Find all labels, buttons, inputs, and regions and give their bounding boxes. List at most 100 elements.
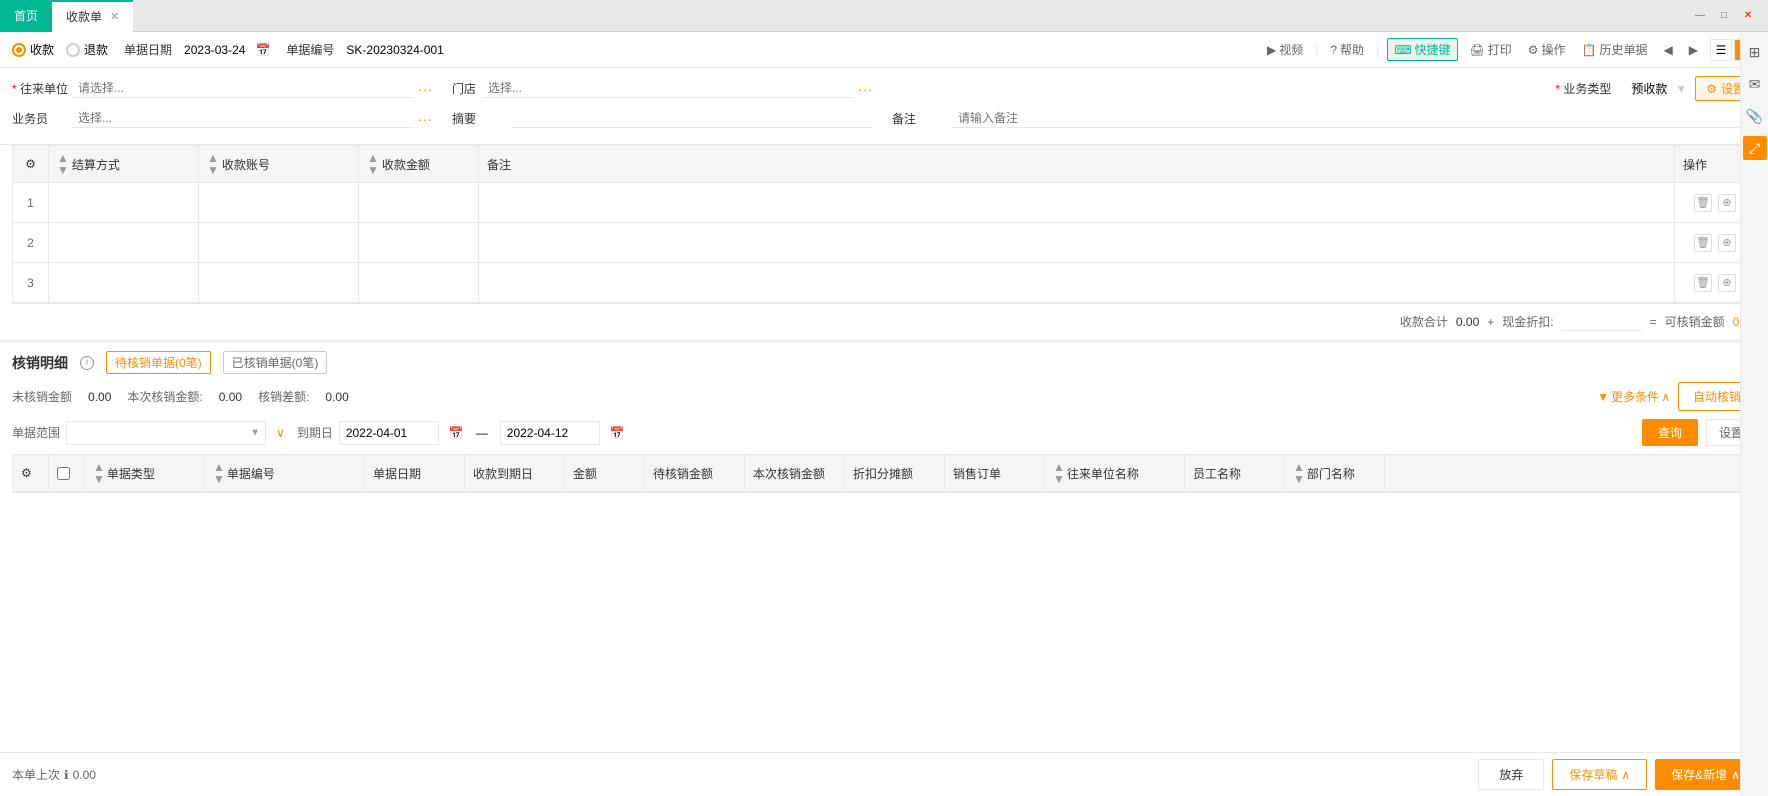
- shortcut-label: 快捷键: [1415, 41, 1451, 58]
- td-remark-3[interactable]: [479, 263, 1675, 302]
- pending-label: 待核销单据(0笔): [115, 356, 202, 370]
- date-from-input[interactable]: [339, 421, 439, 445]
- help-btn[interactable]: ? 帮助: [1326, 39, 1368, 60]
- footer-info-icon[interactable]: ℹ: [64, 768, 69, 782]
- biz-type-dropdown-icon[interactable]: ▼: [1675, 82, 1687, 96]
- sort-account-icon: ▲▼: [207, 152, 219, 176]
- td-amount-2[interactable]: [359, 223, 479, 262]
- ops-icon: ⚙: [1528, 43, 1539, 57]
- total-value: 0.00: [1456, 315, 1479, 329]
- range-dropdown-icon[interactable]: ∨: [276, 426, 285, 440]
- td-amount-1[interactable]: [359, 183, 479, 222]
- store-more-icon[interactable]: ···: [858, 81, 872, 97]
- biz-type-label: 业务类型: [1555, 80, 1615, 97]
- party-input[interactable]: [72, 79, 414, 98]
- footer: 本单上次 ℹ 0.00 放弃 保存草稿 ∧ 保存&新增 ∧: [0, 752, 1768, 796]
- receipt-radio[interactable]: 收款: [12, 41, 54, 58]
- copy-icon-1[interactable]: ⊕: [1718, 194, 1736, 212]
- date-to-input[interactable]: [500, 421, 600, 445]
- td-settlement-1[interactable]: [49, 183, 199, 222]
- filter-icon: ▼: [1597, 390, 1609, 404]
- remark-input[interactable]: [952, 109, 1756, 128]
- shortcut-btn[interactable]: ⌨ 快捷键: [1387, 38, 1457, 61]
- history-icon: 📋: [1582, 43, 1597, 57]
- bth-checkbox[interactable]: [49, 455, 85, 491]
- ops-btn[interactable]: ⚙ 操作: [1524, 39, 1570, 60]
- close-button[interactable]: ✕: [1740, 8, 1756, 24]
- abandon-label: 放弃: [1499, 768, 1523, 782]
- td-num-3: 3: [13, 263, 49, 302]
- draft-button[interactable]: 保存草稿 ∧: [1552, 759, 1647, 790]
- party-more-icon[interactable]: ···: [418, 81, 432, 97]
- history-label: 历史单据: [1600, 41, 1648, 58]
- th-amount-label: 收款金额: [382, 156, 430, 173]
- bth-settings[interactable]: ⚙: [13, 455, 49, 491]
- sidebar-email-icon[interactable]: ✉: [1743, 72, 1767, 96]
- th-remark: 备注: [479, 146, 1675, 182]
- bottom-table: ⚙ ▲▼ 单据类型 ▲▼ 单据编号 单据日期 收款到期日: [12, 454, 1756, 493]
- nav-right-btn[interactable]: ▶: [1685, 41, 1702, 59]
- range-select[interactable]: [66, 421, 266, 445]
- print-btn[interactable]: 🖨 打印: [1466, 39, 1516, 60]
- view-list-btn[interactable]: ☰: [1710, 39, 1732, 61]
- sidebar-expand-icon[interactable]: ⤢: [1743, 136, 1767, 160]
- writeoff-header: 核销明细 i 待核销单据(0笔) 已核销单据(0笔): [12, 351, 1756, 374]
- th-account: ▲▼ 收款账号: [199, 146, 359, 182]
- query-button[interactable]: 查询: [1642, 419, 1698, 446]
- video-btn[interactable]: ▶ 视频: [1263, 39, 1307, 60]
- staff-input[interactable]: [72, 109, 414, 128]
- th-account-label: 收款账号: [222, 156, 270, 173]
- writeoff-info-icon[interactable]: i: [80, 356, 94, 370]
- discount-input[interactable]: [1562, 312, 1642, 331]
- abandon-button[interactable]: 放弃: [1478, 759, 1544, 790]
- range-field: 单据范围 ∨: [12, 421, 285, 445]
- th-remark-label: 备注: [487, 156, 511, 173]
- delete-icon-1[interactable]: 🗑: [1694, 194, 1712, 212]
- delete-icon-2[interactable]: 🗑: [1694, 234, 1712, 252]
- td-settlement-3[interactable]: [49, 263, 199, 302]
- remark-field: 备注: [892, 109, 1756, 128]
- staff-field: 业务员 ···: [12, 109, 432, 128]
- calendar-from-icon[interactable]: 📅: [449, 426, 464, 440]
- tab-receipt[interactable]: 收款单 ✕: [52, 0, 133, 32]
- nav-left-btn[interactable]: ◀: [1660, 41, 1677, 59]
- td-account-1[interactable]: [199, 183, 359, 222]
- minimize-button[interactable]: —: [1692, 8, 1708, 24]
- bth-gear-icon: ⚙: [21, 466, 32, 480]
- history-btn[interactable]: 📋 历史单据: [1578, 39, 1652, 60]
- refund-radio[interactable]: 退款: [66, 41, 108, 58]
- party-field: 往来单位 ···: [12, 79, 432, 98]
- store-label: 门店: [452, 80, 482, 97]
- td-amount-3[interactable]: [359, 263, 479, 302]
- sidebar-table-icon[interactable]: ⊞: [1743, 40, 1767, 64]
- bth-current: 本次核销金额: [745, 455, 845, 491]
- td-remark-1[interactable]: [479, 183, 1675, 222]
- select-all-checkbox[interactable]: [57, 467, 70, 480]
- bth-dept-name: ▲▼ 部门名称: [1285, 455, 1385, 491]
- store-field: 门店 ···: [452, 79, 872, 98]
- store-input[interactable]: [482, 79, 854, 98]
- pending-btn[interactable]: 待核销单据(0笔): [106, 351, 211, 374]
- td-remark-2[interactable]: [479, 223, 1675, 262]
- sidebar-attachment-icon[interactable]: 📎: [1743, 104, 1767, 128]
- td-account-2[interactable]: [199, 223, 359, 262]
- maximize-button[interactable]: □: [1716, 8, 1732, 24]
- more-conditions-btn[interactable]: ▼ 更多条件 ∧: [1597, 388, 1670, 405]
- copy-icon-3[interactable]: ⊕: [1718, 274, 1736, 292]
- td-settlement-2[interactable]: [49, 223, 199, 262]
- calendar-icon[interactable]: 📅: [255, 43, 270, 57]
- th-settings[interactable]: ⚙: [13, 146, 49, 182]
- bth-amount: 金额: [565, 455, 645, 491]
- summary-input[interactable]: [512, 109, 872, 128]
- collapse-icon: ∧: [1661, 390, 1670, 404]
- done-btn[interactable]: 已核销单据(0笔): [223, 351, 328, 374]
- delete-icon-3[interactable]: 🗑: [1694, 274, 1712, 292]
- tab-close-icon[interactable]: ✕: [110, 10, 119, 23]
- td-account-3[interactable]: [199, 263, 359, 302]
- window-controls: — □ ✕: [1692, 8, 1768, 24]
- calendar-to-icon[interactable]: 📅: [610, 426, 625, 440]
- biz-type-field: 业务类型 预收款 ▼ ⚙ 设置: [892, 76, 1756, 101]
- tab-home[interactable]: 首页: [0, 0, 52, 32]
- copy-icon-2[interactable]: ⊕: [1718, 234, 1736, 252]
- staff-more-icon[interactable]: ···: [418, 111, 432, 127]
